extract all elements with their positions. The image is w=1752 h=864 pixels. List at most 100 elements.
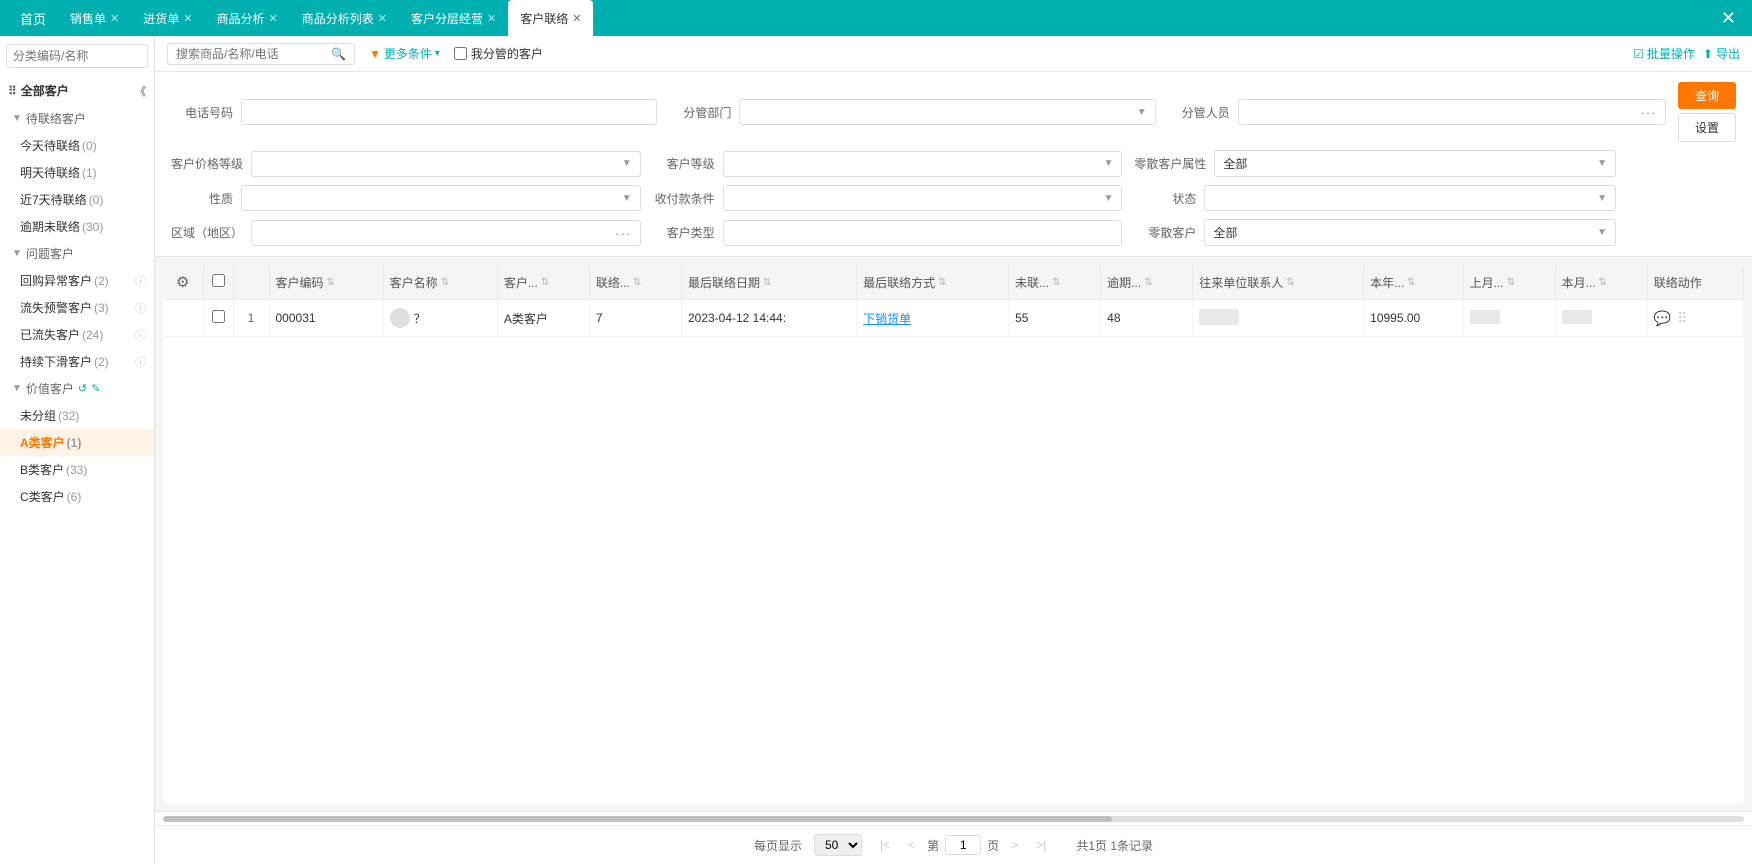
- nav-tab-analysis-list-close[interactable]: ✕: [378, 12, 387, 25]
- nav-home[interactable]: 首页: [8, 9, 58, 28]
- sidebar-item-class-c[interactable]: C类客户 (6): [0, 483, 154, 510]
- filter-scatter-attr-select[interactable]: 全部▼: [1214, 150, 1616, 177]
- filter-status-select[interactable]: ▼: [1204, 185, 1616, 211]
- more-filter-button[interactable]: ▼ 更多条件 ▾: [363, 42, 446, 65]
- filter-payment: 收付款条件 ▼: [653, 185, 1135, 211]
- page-size-select[interactable]: 50: [814, 834, 862, 856]
- chevron-down-icon: ▾: [435, 48, 440, 59]
- filter-icon: ▼: [369, 47, 381, 61]
- filter-dept-select[interactable]: ▼: [739, 99, 1155, 125]
- window-close-button[interactable]: ✕: [1713, 8, 1744, 29]
- nav-tab-sales[interactable]: 销售单 ✕: [58, 0, 131, 36]
- scrollbar-thumb[interactable]: [163, 816, 1112, 822]
- my-customers-filter[interactable]: 我分管的客户: [454, 45, 543, 62]
- nav-tab-purchase[interactable]: 进货单 ✕: [131, 0, 204, 36]
- sidebar-item-warning[interactable]: 流失预警客户 (3) ⓘ: [0, 294, 154, 321]
- sort-lastmethod-icon[interactable]: ⇅: [938, 277, 946, 288]
- sort-thisyear-icon[interactable]: ⇅: [1407, 277, 1415, 288]
- sidebar-problem-group[interactable]: ▼ 问题客户: [0, 240, 154, 267]
- col-unitcontact-header: 往来单位联系人 ⇅: [1193, 265, 1364, 300]
- chat-action-icon[interactable]: 💬: [1654, 310, 1671, 327]
- nav-tab-analysis-list[interactable]: 商品分析列表 ✕: [290, 0, 399, 36]
- col-checkbox-header: [203, 265, 233, 300]
- sidebar-pending-group[interactable]: ▼ 待联络客户: [0, 105, 154, 132]
- sidebar-item-lost[interactable]: 已流失客户 (24) ⓘ: [0, 321, 154, 348]
- sidebar-all-customers-header[interactable]: ⠿ 全部客户 《: [0, 76, 154, 105]
- batch-operation-button[interactable]: ☑ 批量操作: [1633, 45, 1695, 62]
- nav-tab-contact[interactable]: 客户联络 ✕: [508, 0, 593, 36]
- filter-price-level-select[interactable]: ▼: [251, 151, 641, 177]
- sort-name-icon[interactable]: ⇅: [441, 277, 449, 288]
- main-search-input[interactable]: [176, 47, 331, 61]
- nav-tab-analysis[interactable]: 商品分析 ✕: [204, 0, 289, 36]
- filter-phone: 电话号码: [171, 99, 669, 125]
- nav-tab-segment-close[interactable]: ✕: [487, 12, 496, 25]
- table-settings-icon[interactable]: ⚙: [176, 274, 189, 291]
- main-search-icon[interactable]: 🔍: [331, 47, 346, 61]
- sidebar-search-box[interactable]: 🔍: [6, 44, 148, 68]
- sidebar-item-class-b[interactable]: B类客户 (33): [0, 456, 154, 483]
- nav-tab-analysis-close[interactable]: ✕: [269, 12, 278, 25]
- sidebar-item-7days[interactable]: 近7天待联络 (0): [0, 186, 154, 213]
- filter-region-input[interactable]: ···: [251, 220, 641, 246]
- filter-scatter-attr: 零散客户属性 全部▼: [1134, 150, 1616, 177]
- sort-lastdate-icon[interactable]: ⇅: [763, 277, 771, 288]
- refresh-icon[interactable]: ↺: [78, 382, 87, 395]
- sort-lastmonth-icon[interactable]: ⇅: [1507, 277, 1515, 288]
- row-lastmethod-cell: 下销货单: [857, 300, 1009, 337]
- filter-customer-level-select[interactable]: ▼: [723, 151, 1123, 177]
- sidebar-search-input[interactable]: [13, 49, 155, 63]
- pending-arrow-icon: ▼: [12, 113, 22, 124]
- last-method-link[interactable]: 下销货单: [863, 312, 911, 326]
- nav-tab-contact-close[interactable]: ✕: [572, 12, 581, 25]
- export-button[interactable]: ⬆ 导出: [1703, 45, 1740, 62]
- query-button[interactable]: 查询: [1678, 82, 1736, 109]
- sidebar-item-today[interactable]: 今天待联络 (0): [0, 132, 154, 159]
- customer-table: ⚙ 客户编码 ⇅: [163, 265, 1744, 337]
- sidebar-item-class-a[interactable]: A类客户 (1): [0, 429, 154, 456]
- nav-tab-purchase-close[interactable]: ✕: [183, 12, 192, 25]
- col-settings: ⚙: [163, 265, 203, 300]
- sidebar-value-group[interactable]: ▼ 价值客户 ↺ ✎: [0, 375, 154, 402]
- pagination-bar: 每页显示 50 |< < 第 页 > >| 共1页 1条记录: [155, 825, 1752, 864]
- sidebar-collapse-btn[interactable]: 《: [135, 83, 146, 99]
- qr-action-icon[interactable]: ⠿: [1677, 310, 1687, 327]
- page-number-input[interactable]: [945, 835, 981, 855]
- sidebar-item-ungroup[interactable]: 未分组 (32): [0, 402, 154, 429]
- sort-type-icon[interactable]: ⇅: [541, 277, 549, 288]
- sidebar-item-overdue[interactable]: 逾期未联络 (30): [0, 213, 154, 240]
- filter-phone-input[interactable]: [241, 99, 657, 125]
- settings-button[interactable]: 设置: [1678, 113, 1736, 142]
- sort-unitcontact-icon[interactable]: ⇅: [1286, 277, 1294, 288]
- edit-icon[interactable]: ✎: [91, 382, 100, 395]
- row-contact-cell: 7: [589, 300, 681, 337]
- nav-tab-sales-close[interactable]: ✕: [110, 12, 119, 25]
- last-page-button[interactable]: >|: [1030, 836, 1052, 854]
- filter-customer-type-input[interactable]: [723, 220, 1123, 246]
- row-checkbox[interactable]: [212, 310, 225, 323]
- horizontal-scrollbar[interactable]: [155, 811, 1752, 825]
- filter-scatter-select[interactable]: 全部▼: [1204, 219, 1616, 246]
- scrollbar-track[interactable]: [163, 816, 1744, 822]
- table-header-row: ⚙ 客户编码 ⇅: [163, 265, 1744, 300]
- sidebar-item-tomorrow[interactable]: 明天待联络 (1): [0, 159, 154, 186]
- filter-nature-select[interactable]: ▼: [241, 185, 641, 211]
- sort-nocontact-icon[interactable]: ⇅: [1052, 277, 1060, 288]
- sort-code-icon[interactable]: ⇅: [327, 277, 335, 288]
- filter-payment-select[interactable]: ▼: [723, 185, 1123, 211]
- prev-page-button[interactable]: <: [902, 836, 921, 854]
- sidebar-item-abnormal[interactable]: 回购异常客户 (2) ⓘ: [0, 267, 154, 294]
- sort-thismonth-icon[interactable]: ⇅: [1599, 277, 1607, 288]
- nav-tab-segment[interactable]: 客户分层经营 ✕: [399, 0, 508, 36]
- my-customers-checkbox[interactable]: [454, 47, 467, 60]
- export-icon: ⬆: [1703, 47, 1713, 61]
- main-search-box[interactable]: 🔍: [167, 43, 355, 65]
- next-page-button[interactable]: >: [1005, 836, 1024, 854]
- sidebar-item-declining[interactable]: 持续下滑客户 (2) ⓘ: [0, 348, 154, 375]
- sort-overdue-icon[interactable]: ⇅: [1144, 277, 1152, 288]
- row-overdue-cell: 48: [1101, 300, 1193, 337]
- sort-contact-icon[interactable]: ⇅: [633, 277, 641, 288]
- select-all-checkbox[interactable]: [212, 274, 225, 287]
- first-page-button[interactable]: |<: [874, 836, 896, 854]
- filter-manager-input[interactable]: ···: [1238, 99, 1666, 125]
